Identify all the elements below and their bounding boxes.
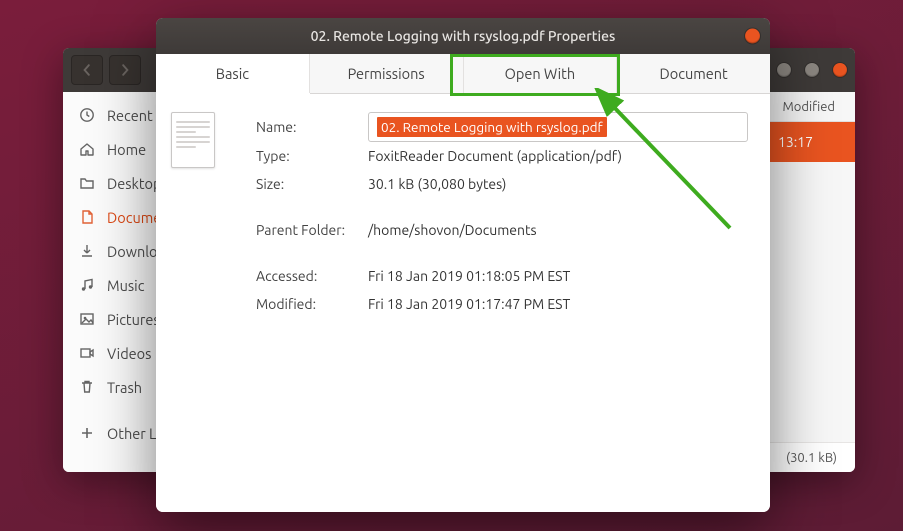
accessed-value: Fri 18 Jan 2019 01:18:05 PM EST: [368, 268, 570, 284]
tab-permissions[interactable]: Permissions: [310, 54, 464, 93]
parent-folder-label: Parent Folder:: [256, 222, 368, 238]
tab-open-with[interactable]: Open With: [464, 54, 618, 93]
back-button[interactable]: [71, 55, 103, 85]
properties-dialog: 02. Remote Logging with rsyslog.pdf Prop…: [156, 18, 770, 512]
sidebar-item-label: Music: [107, 277, 144, 294]
dialog-title: 02. Remote Logging with rsyslog.pdf Prop…: [156, 28, 770, 44]
sidebar-item-label: Home: [107, 141, 146, 158]
maximize-button[interactable]: [805, 63, 819, 77]
modified-value: Fri 18 Jan 2019 01:17:47 PM EST: [368, 296, 570, 312]
image-icon: [79, 311, 95, 327]
plus-icon: [79, 425, 95, 441]
tab-label: Open With: [505, 65, 576, 82]
tab-basic-content: Name: 02. Remote Logging with rsyslog.pd…: [156, 94, 770, 512]
home-icon: [79, 141, 95, 157]
name-input-value: 02. Remote Logging with rsyslog.pdf: [377, 117, 607, 137]
type-value: FoxitReader Document (application/pdf): [368, 148, 622, 164]
name-input[interactable]: 02. Remote Logging with rsyslog.pdf: [368, 112, 748, 142]
name-label: Name:: [256, 119, 368, 135]
sidebar-item-label: Desktop: [107, 175, 161, 192]
music-icon: [79, 277, 95, 293]
modified-label: Modified:: [256, 296, 368, 312]
size-label: Size:: [256, 176, 368, 192]
size-value: 30.1 kB (30,080 bytes): [368, 176, 506, 192]
forward-button[interactable]: [109, 55, 141, 85]
status-text: (30.1 kB): [786, 451, 837, 465]
doc-icon: [79, 209, 95, 225]
dialog-titlebar: 02. Remote Logging with rsyslog.pdf Prop…: [156, 18, 770, 54]
sidebar-item-label: Recent: [107, 107, 153, 124]
tab-label: Permissions: [348, 65, 425, 82]
type-label: Type:: [256, 148, 368, 164]
file-thumbnail: [171, 112, 215, 168]
folder-icon: [79, 175, 95, 191]
cell-modified: 13:17: [778, 134, 813, 150]
tab-label: Document: [660, 65, 728, 82]
chevron-right-icon: [119, 64, 131, 76]
chevron-left-icon: [81, 64, 93, 76]
tab-document[interactable]: Document: [617, 54, 770, 93]
column-modified[interactable]: Modified: [782, 100, 835, 114]
minimize-button[interactable]: [777, 63, 791, 77]
sidebar-item-label: Videos: [107, 345, 151, 362]
tab-bar: Basic Permissions Open With Document: [156, 54, 770, 94]
sidebar-item-label: Trash: [107, 379, 142, 396]
accessed-label: Accessed:: [256, 268, 368, 284]
tab-label: Basic: [216, 65, 249, 82]
trash-icon: [79, 379, 95, 395]
video-icon: [79, 345, 95, 361]
download-icon: [79, 243, 95, 259]
close-button[interactable]: [833, 63, 847, 77]
sidebar-item-label: Pictures: [107, 311, 160, 328]
tab-basic[interactable]: Basic: [156, 54, 310, 93]
clock-icon: [79, 107, 95, 123]
parent-folder-value: /home/shovon/Documents: [368, 222, 537, 238]
dialog-close-button[interactable]: [745, 29, 760, 44]
